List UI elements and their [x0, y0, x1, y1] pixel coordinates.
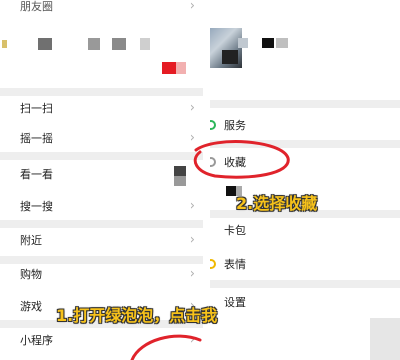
chevron-right-icon: › [189, 100, 195, 116]
me-panel: 服务 收藏 卡包 表情 设置 [210, 0, 400, 360]
red-badge-edge [176, 62, 186, 74]
blurred-block [174, 176, 186, 186]
chevron-right-icon: › [189, 198, 195, 214]
blurred-block [140, 38, 150, 50]
blurred-block [226, 186, 236, 196]
menu-item-label: 收藏 [224, 156, 246, 169]
menu-item-stickers[interactable]: 表情 [210, 250, 400, 278]
menu-item-top-stories[interactable]: 看一看 › [0, 160, 203, 188]
bottom-bar-block [370, 318, 400, 360]
blurred-block [222, 50, 238, 64]
service-icon [210, 120, 216, 130]
menu-item-label: 扫一扫 [20, 102, 53, 115]
menu-item-label: 游戏 [20, 300, 42, 313]
menu-item-nearby[interactable]: 附近 › [0, 226, 203, 254]
menu-item-label: 看一看 [20, 168, 53, 181]
blurred-block [112, 38, 126, 50]
menu-item-shopping[interactable]: 购物 › [0, 260, 203, 288]
blurred-block [262, 38, 274, 48]
menu-item-services[interactable]: 服务 [210, 111, 400, 139]
menu-item-label: 设置 [224, 296, 246, 309]
sticker-icon [210, 259, 216, 269]
chevron-right-icon: › [189, 130, 195, 146]
menu-item-mini-programs[interactable]: 小程序 › [0, 326, 203, 354]
step-two-annotation: 2.选择收藏 [236, 194, 318, 213]
menu-item-label: 表情 [224, 258, 246, 271]
menu-item-label: 服务 [224, 119, 246, 132]
chevron-right-icon: › [189, 266, 195, 282]
favorites-icon [210, 157, 216, 167]
menu-item-settings[interactable]: 设置 [210, 288, 400, 316]
step-one-annotation: 1.打开绿泡泡，点击我 [56, 306, 218, 325]
menu-item-label: 小程序 [20, 334, 53, 347]
menu-item-label: 摇一摇 [20, 132, 53, 145]
menu-item-search[interactable]: 搜一搜 › [0, 192, 203, 220]
section-divider [210, 140, 400, 148]
section-divider [210, 100, 400, 108]
red-badge [162, 62, 176, 74]
blurred-block [238, 38, 248, 48]
chevron-right-icon: › [189, 0, 195, 14]
blurred-avatar-block [38, 38, 52, 50]
menu-item-label: 搜一搜 [20, 200, 53, 213]
blurred-block [88, 38, 100, 50]
chevron-right-icon: › [189, 232, 195, 248]
menu-item-label: 购物 [20, 268, 42, 281]
blurred-block [174, 166, 186, 176]
menu-item-label: 附近 [20, 234, 42, 247]
menu-item-favorites[interactable]: 收藏 [210, 148, 400, 176]
section-divider [0, 152, 203, 160]
blurred-block [276, 38, 288, 48]
yellow-dot-icon [2, 40, 7, 48]
chevron-right-icon: › [189, 332, 195, 348]
menu-item-label: 卡包 [224, 224, 246, 237]
menu-item-scan[interactable]: 扫一扫 › [0, 94, 203, 122]
menu-item-shake[interactable]: 摇一摇 › [0, 124, 203, 152]
section-divider [210, 280, 400, 288]
moments-row[interactable]: 朋友圈 › [0, 0, 203, 20]
menu-item-card-wallet[interactable]: 卡包 [210, 216, 400, 244]
moments-label: 朋友圈 [20, 0, 53, 13]
